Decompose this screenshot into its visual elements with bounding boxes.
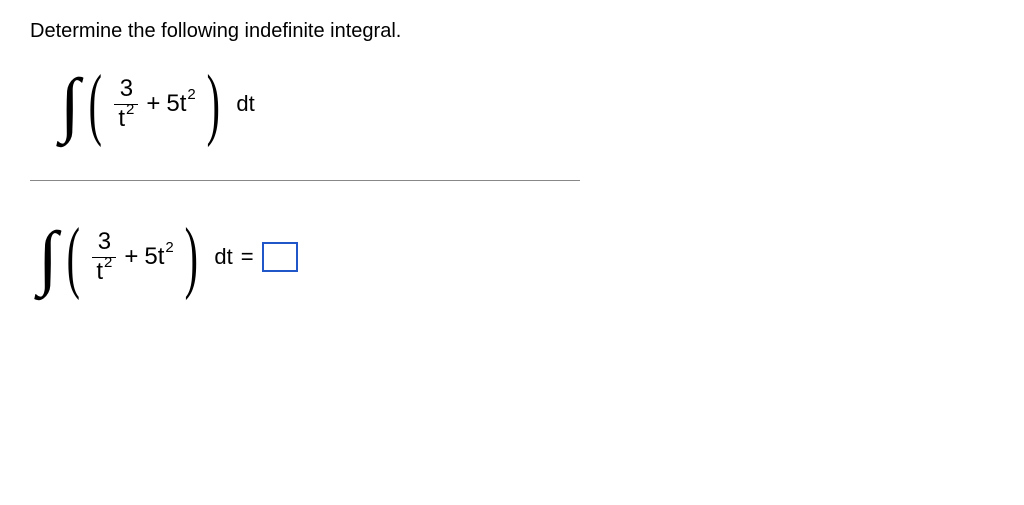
term2-coefficient: 5t — [144, 243, 164, 271]
fraction-term: 3 t 2 — [114, 75, 138, 134]
left-paren-icon: ( — [66, 225, 79, 289]
denominator-exponent: 2 — [104, 254, 112, 272]
answer-row: ∫ ( 3 t 2 + 5t 2 ) dt = — [38, 221, 994, 293]
left-paren-icon: ( — [88, 72, 101, 136]
right-paren-icon: ) — [184, 225, 197, 289]
denominator-base: t — [118, 105, 125, 134]
integral-sign-icon: ∫ — [60, 68, 80, 140]
second-term: 5t 2 — [166, 90, 195, 118]
prompt-text: Determine the following indefinite integ… — [30, 20, 994, 43]
integrand: 3 t 2 + 5t 2 — [86, 228, 177, 287]
right-paren-icon: ) — [206, 72, 219, 136]
term2-coefficient: 5t — [166, 90, 186, 118]
denominator-exponent: 2 — [126, 101, 134, 119]
integral-expression-display: ∫ ( 3 t 2 + 5t 2 ) dt — [60, 68, 994, 140]
differential: dt — [214, 244, 232, 270]
denominator-base: t — [96, 258, 103, 287]
differential: dt — [236, 91, 254, 117]
plus-operator: + — [124, 243, 138, 271]
section-divider — [30, 180, 580, 181]
fraction-numerator: 3 — [116, 75, 137, 104]
fraction-denominator: t 2 — [92, 258, 116, 287]
plus-operator: + — [146, 90, 160, 118]
integrand: 3 t 2 + 5t 2 — [108, 75, 199, 134]
integral-sign-icon: ∫ — [38, 221, 58, 293]
equals-sign: = — [241, 244, 254, 270]
fraction-numerator: 3 — [94, 228, 115, 257]
term2-exponent: 2 — [187, 86, 195, 103]
term2-exponent: 2 — [165, 239, 173, 256]
second-term: 5t 2 — [144, 243, 173, 271]
fraction-denominator: t 2 — [114, 105, 138, 134]
fraction-term: 3 t 2 — [92, 228, 116, 287]
answer-input[interactable] — [262, 242, 298, 272]
